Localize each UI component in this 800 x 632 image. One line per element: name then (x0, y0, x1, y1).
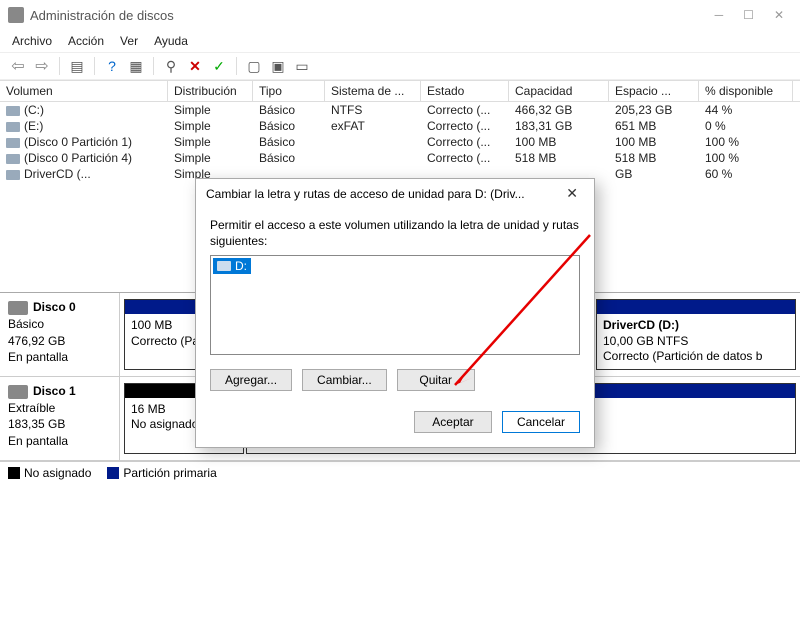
menu-view[interactable]: Ver (120, 34, 138, 48)
details-icon[interactable]: ▦ (126, 56, 146, 76)
col-type[interactable]: Tipo (253, 81, 325, 101)
disk-icon (8, 385, 28, 399)
check-icon[interactable]: ✓ (209, 56, 229, 76)
legend-swatch-primary (107, 467, 119, 479)
refresh-icon[interactable]: ⚲ (161, 56, 181, 76)
ok-button[interactable]: Aceptar (414, 411, 492, 433)
menu-help[interactable]: Ayuda (154, 34, 188, 48)
delete-icon[interactable]: ✕ (185, 56, 205, 76)
volume-table-body: (C:) Simple Básico NTFS Correcto (... 46… (0, 102, 800, 182)
dialog-title: Cambiar la letra y rutas de acceso de un… (206, 187, 560, 201)
forward-button[interactable]: ⇨ (32, 56, 52, 76)
col-capacity[interactable]: Capacidad (509, 81, 609, 101)
col-filesystem[interactable]: Sistema de ... (325, 81, 421, 101)
table-row[interactable]: (E:) Simple Básico exFAT Correcto (... 1… (0, 118, 800, 134)
add-button[interactable]: Agregar... (210, 369, 292, 391)
view-list-icon[interactable]: ▤ (67, 56, 87, 76)
new-icon[interactable]: ▢ (244, 56, 264, 76)
dialog-close-button[interactable]: ✕ (560, 185, 584, 202)
legend-swatch-unallocated (8, 467, 20, 479)
list-item[interactable]: D: (213, 258, 251, 274)
back-button[interactable]: ⇦ (8, 56, 28, 76)
col-status[interactable]: Estado (421, 81, 509, 101)
change-button[interactable]: Cambiar... (302, 369, 387, 391)
menubar: Archivo Acción Ver Ayuda (0, 30, 800, 52)
remove-button[interactable]: Quitar (397, 369, 475, 391)
toolbar: ⇦ ⇨ ▤ ? ▦ ⚲ ✕ ✓ ▢ ▣ ▭ (0, 52, 800, 80)
col-layout[interactable]: Distribución (168, 81, 253, 101)
drive-icon (217, 261, 231, 271)
titlebar: Administración de discos ─ ☐ ✕ (0, 0, 800, 30)
window-title: Administración de discos (30, 8, 715, 23)
volume-icon (6, 170, 20, 180)
legend: No asignado Partición primaria (0, 461, 800, 484)
dialog-instruction: Permitir el acceso a este volumen utiliz… (210, 218, 580, 249)
drive-letter-listbox[interactable]: D: (210, 255, 580, 355)
disk-icon (8, 301, 28, 315)
col-volume[interactable]: Volumen (0, 81, 168, 101)
partition[interactable]: DriverCD (D:) 10,00 GB NTFS Correcto (Pa… (596, 299, 796, 370)
cancel-button[interactable]: Cancelar (502, 411, 580, 433)
help-icon[interactable]: ? (102, 56, 122, 76)
volume-icon (6, 154, 20, 164)
change-drive-letter-dialog: Cambiar la letra y rutas de acceso de un… (195, 178, 595, 448)
volume-table-header: Volumen Distribución Tipo Sistema de ...… (0, 80, 800, 102)
maximize-button[interactable]: ☐ (743, 8, 754, 22)
app-icon (8, 7, 24, 23)
table-row[interactable]: (Disco 0 Partición 1) Simple Básico Corr… (0, 134, 800, 150)
close-button[interactable]: ✕ (774, 8, 784, 22)
table-row[interactable]: (Disco 0 Partición 4) Simple Básico Corr… (0, 150, 800, 166)
minimize-button[interactable]: ─ (715, 8, 724, 22)
disk-label[interactable]: Disco 1 Extraíble 183,35 GB En pantalla (0, 377, 120, 460)
volume-icon (6, 106, 20, 116)
properties-icon[interactable]: ▭ (292, 56, 312, 76)
col-freespace[interactable]: Espacio ... (609, 81, 699, 101)
menu-action[interactable]: Acción (68, 34, 104, 48)
folder-icon[interactable]: ▣ (268, 56, 288, 76)
volume-icon (6, 122, 20, 132)
volume-icon (6, 138, 20, 148)
table-row[interactable]: (C:) Simple Básico NTFS Correcto (... 46… (0, 102, 800, 118)
col-percent[interactable]: % disponible (699, 81, 793, 101)
disk-label[interactable]: Disco 0 Básico 476,92 GB En pantalla (0, 293, 120, 376)
menu-file[interactable]: Archivo (12, 34, 52, 48)
